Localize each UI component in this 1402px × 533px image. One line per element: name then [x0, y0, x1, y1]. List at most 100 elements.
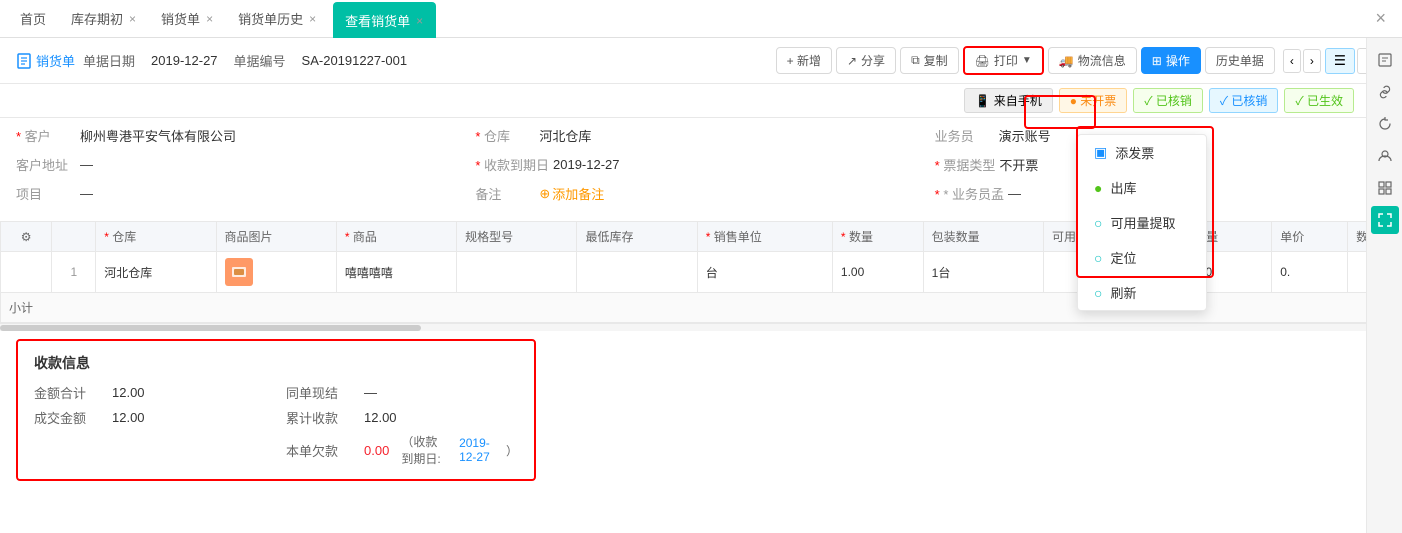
cumulative-row: 累计收款 12.00 [286, 408, 518, 427]
product-image [225, 258, 253, 286]
doc-number-value: SA-20191227-001 [302, 53, 408, 68]
cell-unit-price: 0. [1272, 252, 1348, 293]
tab-view-sales-close[interactable]: × [416, 14, 423, 28]
col-settings: ⚙ [1, 222, 52, 252]
col-pkg-qty: 包装数量 [923, 222, 1043, 252]
customer-value: 柳州粤港平安气体有限公司 [80, 126, 236, 145]
logistics-icon: 🚚 [1059, 54, 1074, 68]
sidebar-table-icon[interactable] [1371, 174, 1399, 202]
address-value: — [80, 157, 93, 172]
new-button[interactable]: + 新增 [776, 47, 832, 74]
col-unit: 销售单位 [697, 222, 832, 252]
nav-arrows: ‹ › [1283, 49, 1321, 73]
from-phone-button[interactable]: 📱 来自手机 [964, 88, 1052, 113]
not-open-icon: ● [1070, 94, 1077, 108]
sidebar-expand-icon[interactable] [1371, 206, 1399, 234]
payment-title: 收款信息 [34, 353, 518, 373]
cell-product-img [216, 252, 336, 293]
h-scrollbar[interactable] [0, 323, 1402, 331]
tab-sales-history-label: 销货单历史 [238, 9, 303, 28]
payment-info-box: 收款信息 金额合计 12.00 同单现结 — 成交金额 12.00 累计收款 1… [16, 339, 536, 481]
not-open-button[interactable]: ● 未开票 [1059, 88, 1128, 113]
payment-date-group: 收款到期日 2019-12-27 [475, 155, 926, 174]
dropdown-item-out-warehouse[interactable]: ● 出库 [1078, 170, 1206, 205]
right-sidebar [1366, 38, 1402, 533]
new-label: + 新增 [787, 52, 821, 69]
logistics-label: 物流信息 [1078, 52, 1126, 69]
doc-number-label: 单据编号 [234, 51, 286, 70]
add-note-button[interactable]: ⊕ 添加备注 [539, 184, 604, 203]
effect-icon: ✓ [1295, 94, 1303, 108]
warehouse-label: 仓库 [475, 126, 535, 145]
tab-view-sales[interactable]: 查看销货单 × [333, 2, 436, 40]
tab-sales-history-close[interactable]: × [309, 12, 316, 26]
note-group: 备注 ⊕ 添加备注 [475, 184, 926, 203]
history-button[interactable]: 历史单据 [1205, 47, 1275, 74]
check-button[interactable]: ✓ 已核销 [1133, 88, 1203, 113]
dropdown-item-locate[interactable]: ○ 定位 [1078, 240, 1206, 275]
next-button[interactable]: › [1303, 49, 1321, 73]
history-label: 历史单据 [1216, 52, 1264, 69]
arrears-date: 2019-12-27 [459, 436, 498, 464]
prev-button[interactable]: ‹ [1283, 49, 1301, 73]
locate-icon: ○ [1094, 250, 1102, 266]
customer-label: 客户 [16, 126, 76, 145]
status-bar: 📱 来自手机 ● 未开票 ✓ 已核销 ✓ 已核销 ✓ 已生效 [0, 84, 1402, 118]
arrears-note2: ） [506, 442, 518, 459]
print-button[interactable]: 🖨 打印 ▼ [963, 46, 1044, 75]
dropdown-item-available-qty[interactable]: ○ 可用量提取 [1078, 205, 1206, 240]
tab-home-label: 首页 [20, 9, 46, 28]
tab-inventory-label: 库存期初 [71, 9, 123, 28]
cell-unit: 台 [697, 252, 832, 293]
list-view-button[interactable]: ☰ [1325, 48, 1355, 74]
transaction-row: 成交金额 12.00 [34, 408, 266, 427]
cell-spec [457, 252, 577, 293]
project-value: — [80, 186, 93, 201]
warehouse-value: 河北仓库 [539, 126, 591, 145]
available-qty-icon: ○ [1094, 215, 1102, 231]
operation-label: 操作 [1166, 52, 1190, 69]
transaction-label: 成交金额 [34, 408, 104, 427]
cell-settings [1, 252, 52, 293]
share-button[interactable]: ↗ 分享 [836, 47, 896, 74]
already-button[interactable]: ✓ 已核销 [1209, 88, 1279, 113]
tab-inventory[interactable]: 库存期初 × [59, 0, 149, 38]
sales-order-icon [16, 53, 32, 69]
warehouse-group: 仓库 河北仓库 [475, 126, 926, 145]
copy-button[interactable]: ⧉ 复制 [900, 47, 959, 74]
col-qty: 数量 [832, 222, 923, 252]
staff2-value: — [1008, 186, 1021, 201]
ticket-value: 不开票 [999, 155, 1038, 174]
tab-sales-history[interactable]: 销货单历史 × [226, 0, 329, 38]
col-spec: 规格型号 [457, 222, 577, 252]
tab-sales[interactable]: 销货单 × [149, 0, 226, 38]
window-close[interactable]: × [1367, 8, 1394, 29]
share-icon: ↗ [847, 54, 857, 68]
app-root: 首页 库存期初 × 销货单 × 销货单历史 × 查看销货单 × × [0, 0, 1402, 533]
effect-button[interactable]: ✓ 已生效 [1284, 88, 1354, 113]
operation-button[interactable]: ⊞ 操作 [1141, 47, 1201, 74]
tab-home[interactable]: 首页 [8, 0, 59, 38]
doc-date-value: 2019-12-27 [151, 53, 218, 68]
print-icon: 🖨 [975, 54, 990, 68]
add-note-label: 添加备注 [552, 184, 604, 203]
dropdown-item-refresh[interactable]: ○ 刷新 [1078, 275, 1206, 310]
col-min-stock: 最低库存 [577, 222, 697, 252]
already-label: 已核销 [1231, 94, 1267, 108]
sidebar-link-icon[interactable] [1371, 78, 1399, 106]
main-area: 销货单 单据日期 2019-12-27 单据编号 SA-20191227-001… [0, 38, 1402, 533]
cumulative-label: 累计收款 [286, 408, 356, 427]
total-row: 金额合计 12.00 [34, 383, 266, 402]
out-warehouse-icon: ● [1094, 180, 1102, 196]
sidebar-rotate-icon[interactable] [1371, 110, 1399, 138]
sidebar-user-icon[interactable] [1371, 142, 1399, 170]
logistics-button[interactable]: 🚚 物流信息 [1048, 47, 1137, 74]
staff-value: 演示账号 [999, 126, 1051, 145]
refresh-icon: ○ [1094, 285, 1102, 301]
cell-warehouse: 河北仓库 [96, 252, 216, 293]
tab-inventory-close[interactable]: × [129, 12, 136, 26]
total-value: 12.00 [112, 385, 145, 400]
dropdown-item-add-invoice[interactable]: ▣ 添发票 [1078, 135, 1206, 170]
sidebar-edit-icon[interactable] [1371, 46, 1399, 74]
tab-sales-close[interactable]: × [206, 12, 213, 26]
